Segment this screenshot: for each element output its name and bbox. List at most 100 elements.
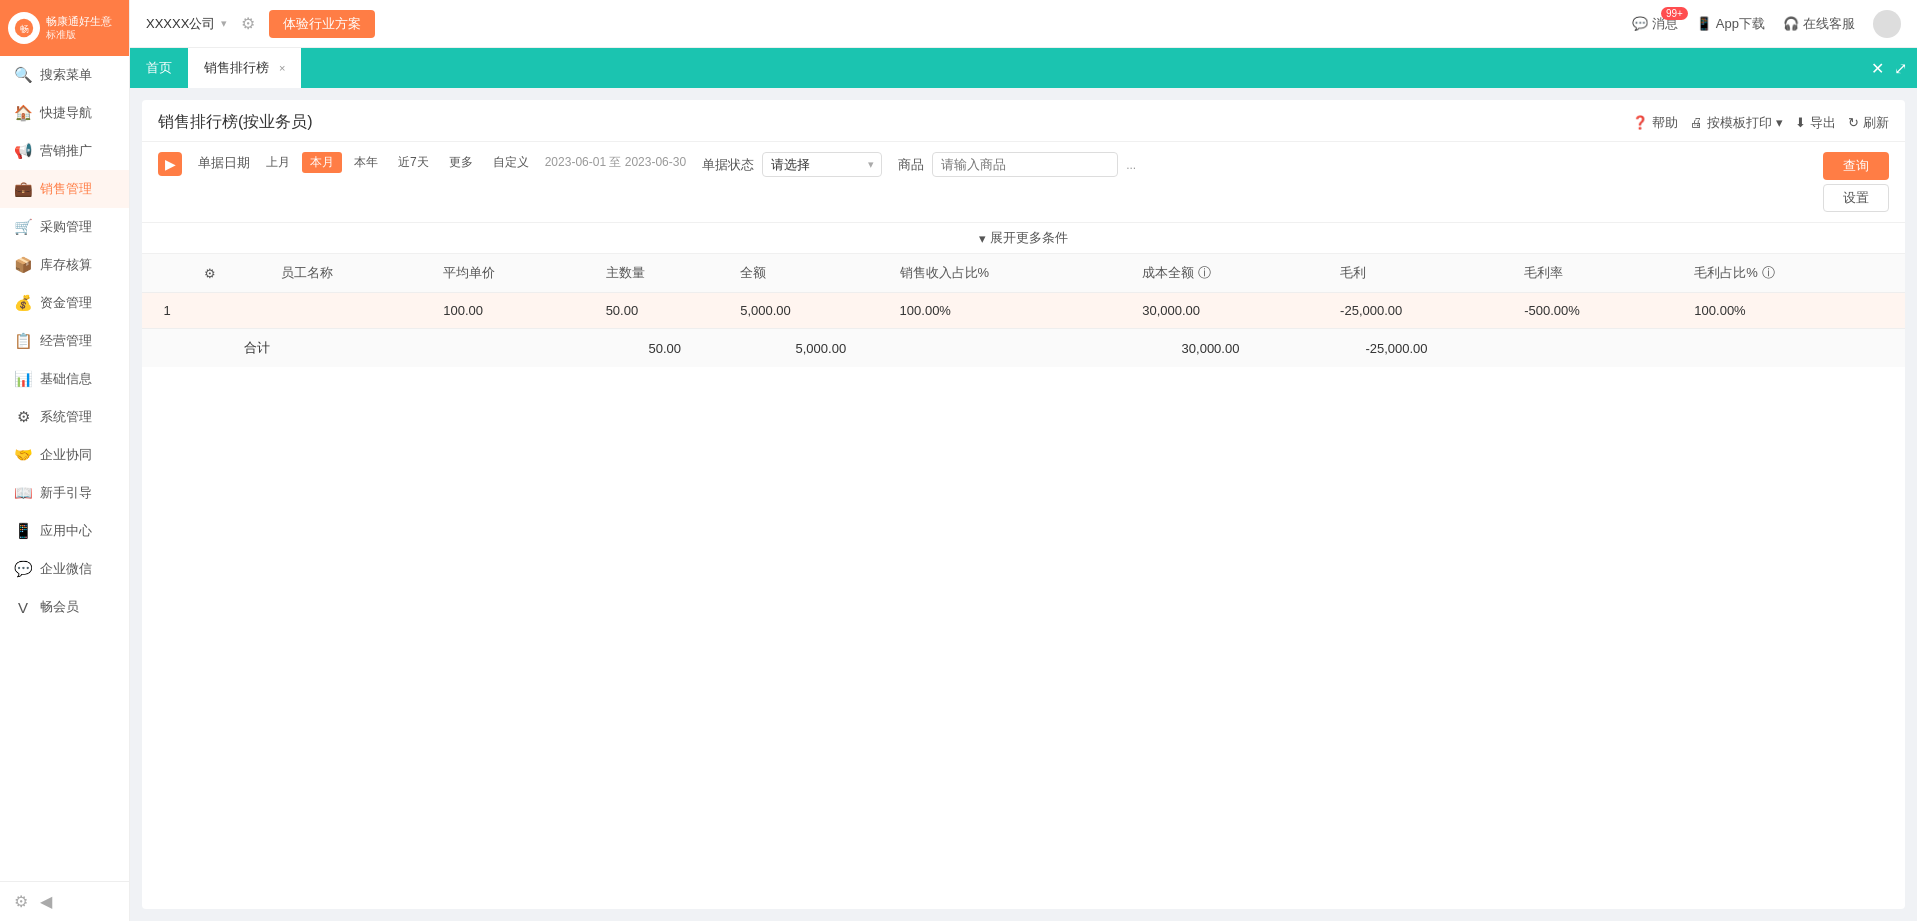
expand-conditions-btn[interactable]: ▾ 展开更多条件	[979, 229, 1068, 247]
sidebar-item-13[interactable]: 💬企业微信	[0, 550, 129, 588]
date-filter-label: 单据日期	[198, 154, 250, 172]
company-name: XXXXX公司	[146, 15, 215, 33]
sidebar-icon-1: 🏠	[14, 104, 32, 122]
sidebar-label-1: 快捷导航	[40, 104, 92, 122]
status-filter-group: 单据状态 请选择	[702, 152, 882, 177]
content-area: 销售排行榜(按业务员) ❓ 帮助 🖨 按模板打印 ▾ ⬇ 导出	[130, 88, 1917, 921]
sidebar-label-11: 新手引导	[40, 484, 92, 502]
sidebar-icon-7: 📋	[14, 332, 32, 350]
sidebar-item-8[interactable]: 📊基础信息	[0, 360, 129, 398]
trial-button[interactable]: 体验行业方案	[269, 10, 375, 38]
tab-bar-expand-icon[interactable]: ⤢	[1894, 59, 1907, 78]
settings-button[interactable]: 设置	[1823, 184, 1889, 212]
date-tab-上月[interactable]: 上月	[258, 152, 298, 173]
status-select[interactable]: 请选择	[762, 152, 882, 177]
sidebar-icon-12: 📱	[14, 522, 32, 540]
message-item[interactable]: 💬 消息 99+	[1632, 15, 1678, 33]
date-tab-近7天[interactable]: 近7天	[390, 152, 437, 173]
col-header-gross: 毛利	[1328, 254, 1512, 293]
sidebar-label-3: 销售管理	[40, 180, 92, 198]
refresh-icon: ↻	[1848, 115, 1859, 130]
goods-filter-input[interactable]	[932, 152, 1118, 177]
avatar[interactable]	[1873, 10, 1901, 38]
app-download-item[interactable]: 📱 App下载	[1696, 15, 1765, 33]
cell-avg_price: 100.00	[431, 293, 593, 329]
print-btn[interactable]: 🖨 按模板打印 ▾	[1690, 114, 1783, 132]
online-service-item[interactable]: 🎧 在线客服	[1783, 15, 1855, 33]
col-header-name: 员工名称	[269, 254, 431, 293]
sidebar-item-12[interactable]: 📱 应用中心	[0, 512, 129, 550]
collapse-icon[interactable]: ◀	[40, 892, 52, 911]
page-actions: ❓ 帮助 🖨 按模板打印 ▾ ⬇ 导出 ↻ 刷新	[1632, 114, 1889, 132]
col-header-settings: ⚙	[192, 254, 269, 293]
sidebar-icon-5: 📦	[14, 256, 32, 274]
date-tab-更多[interactable]: 更多	[441, 152, 481, 173]
sidebar-item-10[interactable]: 🤝企业协同	[0, 436, 129, 474]
app-download-icon: 📱	[1696, 16, 1712, 31]
sidebar-item-7[interactable]: 📋 经营管理	[0, 322, 129, 360]
date-tab-本月[interactable]: 本月	[302, 152, 342, 173]
col-header-rank	[142, 254, 192, 293]
filter-toggle-btn[interactable]: ▶	[158, 152, 182, 176]
page-header: 销售排行榜(按业务员) ❓ 帮助 🖨 按模板打印 ▾ ⬇ 导出	[142, 100, 1905, 142]
status-select-wrapper: 请选择	[762, 152, 882, 177]
cell-main_qty: 50.00	[594, 293, 729, 329]
sidebar-icon-11: 📖	[14, 484, 32, 502]
sidebar-icon-3: 💼	[14, 180, 32, 198]
status-filter-label: 单据状态	[702, 156, 754, 174]
cell-name	[269, 293, 431, 329]
refresh-btn[interactable]: ↻ 刷新	[1848, 114, 1889, 132]
expand-bar: ▾ 展开更多条件	[142, 223, 1905, 254]
sidebar-item-0[interactable]: 🔍搜索菜单	[0, 56, 129, 94]
print-icon: 🖨	[1690, 115, 1703, 130]
svg-text:畅: 畅	[20, 24, 29, 34]
date-tab-本年[interactable]: 本年	[346, 152, 386, 173]
help-icon: ❓	[1632, 115, 1648, 130]
logo-icon: 畅	[8, 12, 40, 44]
col-header-gross_rate: 毛利率	[1512, 254, 1682, 293]
col-header-sales_pct: 销售收入占比%	[888, 254, 1131, 293]
col-header-amount: 全额	[728, 254, 887, 293]
query-button[interactable]: 查询	[1823, 152, 1889, 180]
table-footer: 合计 50.00 5,000.00 30,000.00 -25,000.00	[142, 328, 1905, 367]
company-selector[interactable]: XXXXX公司 ▾	[146, 15, 227, 33]
sidebar-item-14[interactable]: V畅会员	[0, 588, 129, 626]
sidebar-item-6[interactable]: 💰资金管理	[0, 284, 129, 322]
sidebar-icon-14: V	[14, 599, 32, 616]
date-tab-自定义[interactable]: 自定义	[485, 152, 537, 173]
sidebar-item-5[interactable]: 📦 库存核算	[0, 246, 129, 284]
total-gross: -25,000.00	[1353, 329, 1537, 367]
help-btn[interactable]: ❓ 帮助	[1632, 114, 1678, 132]
tab-close-icon[interactable]: ×	[279, 62, 285, 74]
sidebar-item-2[interactable]: 📢营销推广	[0, 132, 129, 170]
sidebar-icon-8: 📊	[14, 370, 32, 388]
tab-bar-close-icon[interactable]: ✕	[1871, 59, 1884, 78]
sidebar-item-3[interactable]: 💼 销售管理	[0, 170, 129, 208]
sidebar-icon-2: 📢	[14, 142, 32, 160]
sidebar-icon-13: 💬	[14, 560, 32, 578]
header-right: 💬 消息 99+ 📱 App下载 🎧 在线客服	[1632, 10, 1901, 38]
sidebar-label-12: 应用中心	[40, 522, 92, 540]
sidebar-item-9[interactable]: ⚙系统管理	[0, 398, 129, 436]
sidebar-logo: 畅 畅康通好生意 标准版	[0, 0, 129, 56]
header-settings-icon[interactable]: ⚙	[241, 14, 255, 33]
sidebar-item-11[interactable]: 📖 新手引导	[0, 474, 129, 512]
print-chevron: ▾	[1776, 115, 1783, 130]
sidebar-label-7: 经营管理	[40, 332, 92, 350]
more-filter-indicator[interactable]: ...	[1126, 158, 1136, 172]
sidebar-item-4[interactable]: 🛒采购管理	[0, 208, 129, 246]
total-table: 合计 50.00 5,000.00 30,000.00 -25,000.00	[142, 329, 1905, 367]
cell-cost: 30,000.00	[1130, 293, 1328, 329]
cell-amount: 5,000.00	[728, 293, 887, 329]
cell-settings	[192, 293, 269, 329]
sidebar-label-5: 库存核算	[40, 256, 92, 274]
tab-home[interactable]: 首页	[130, 48, 188, 88]
expand-label: 展开更多条件	[990, 229, 1068, 247]
tab-sales-rank[interactable]: 销售排行榜 ×	[188, 48, 301, 88]
sidebar-label-10: 企业协同	[40, 446, 92, 464]
settings-bottom-icon[interactable]: ⚙	[14, 892, 28, 911]
sidebar-label-0: 搜索菜单	[40, 66, 92, 84]
total-label: 合计	[232, 329, 453, 367]
export-btn[interactable]: ⬇ 导出	[1795, 114, 1836, 132]
sidebar-item-1[interactable]: 🏠 快捷导航	[0, 94, 129, 132]
